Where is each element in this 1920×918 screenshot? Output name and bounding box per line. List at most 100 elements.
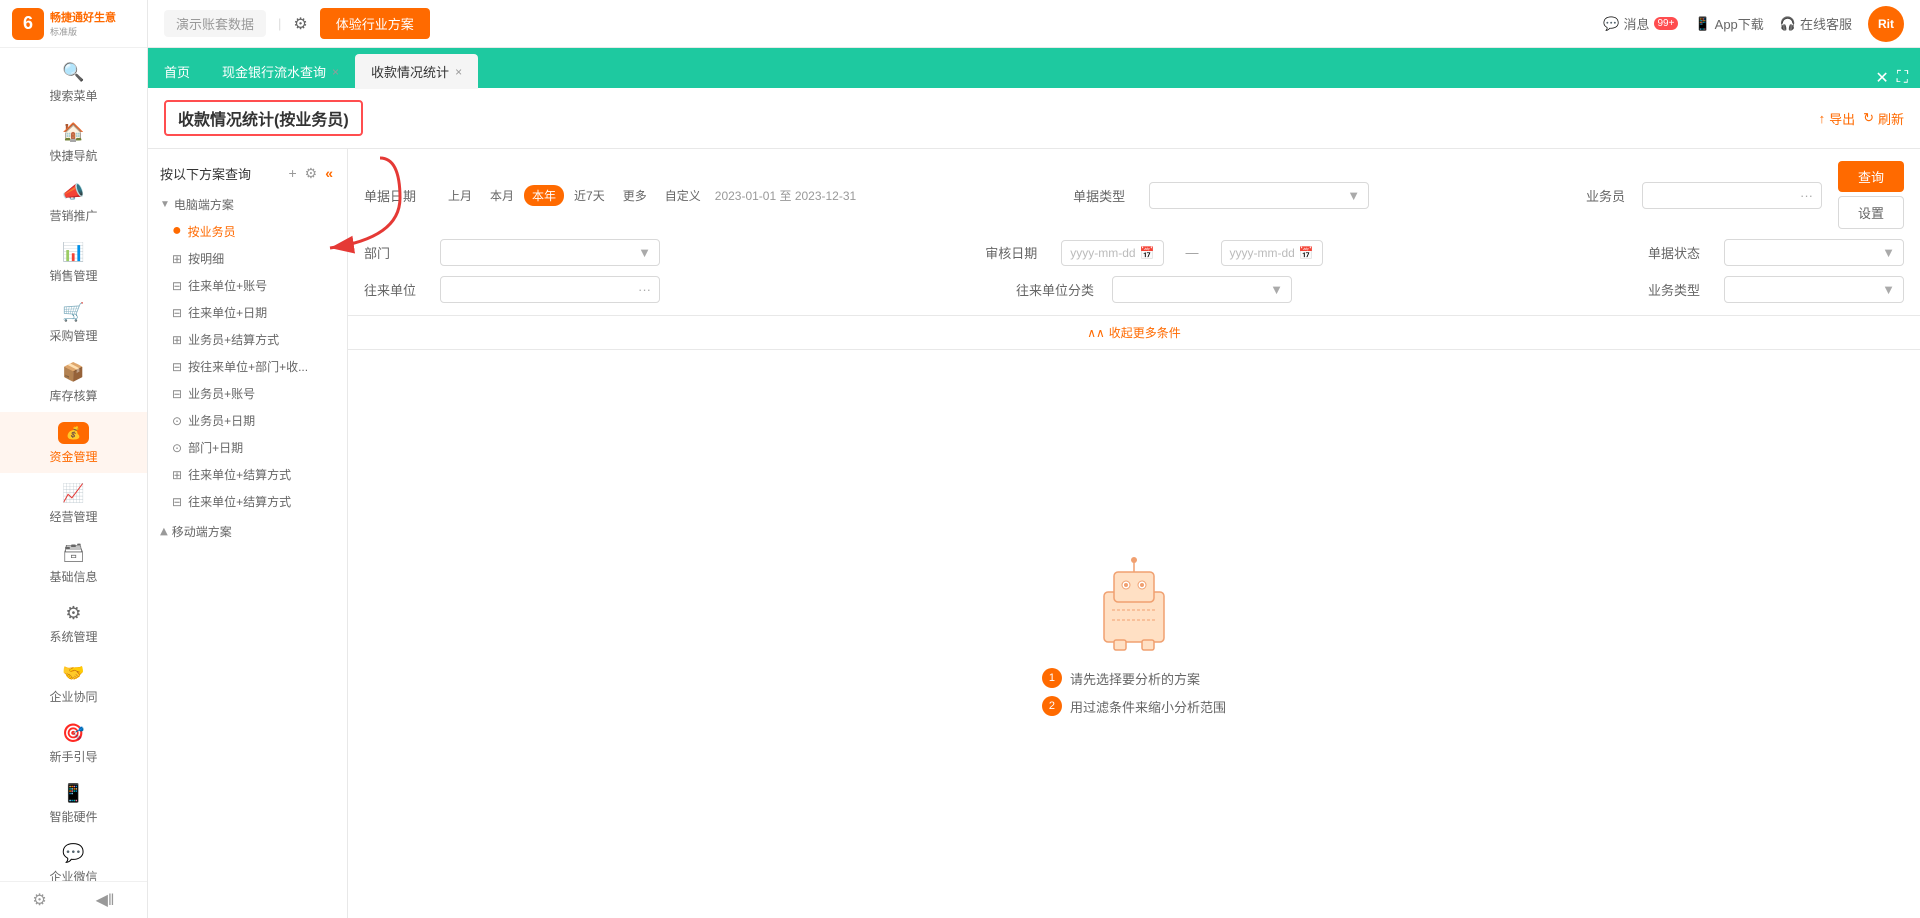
scheme-item-us1-label: 往来单位+结算方式 <box>188 466 291 483</box>
refresh-label: 刷新 <box>1878 109 1904 128</box>
scheme-group-mobile-label: 移动端方案 <box>172 523 232 540</box>
counterpart-select[interactable]: ··· <box>440 276 660 303</box>
sidebar-item-purchase[interactable]: 🛒 采购管理 <box>0 292 147 352</box>
right-content: 单据日期 上月 本月 本年 近7天 更多 自定义 2023-01-01 至 20… <box>348 149 1920 918</box>
refresh-button[interactable]: ↻ 刷新 <box>1863 109 1904 128</box>
empty-step-1: 1 请先选择要分析的方案 <box>1042 668 1226 688</box>
action-buttons: 查询 设置 <box>1838 161 1904 229</box>
sidebar-item-quick-nav[interactable]: 🏠 快捷导航 <box>0 112 147 172</box>
counterpart-dots-icon: ··· <box>638 282 651 297</box>
biz-type-select[interactable]: ▼ <box>1724 276 1904 303</box>
date-tab-this-month[interactable]: 本月 <box>482 185 522 206</box>
scheme-group-desktop-title[interactable]: ▼ 电脑端方案 <box>148 192 347 217</box>
scheme-settings-icon[interactable]: ⚙ <box>303 163 320 184</box>
sidebar-item-system[interactable]: ⚙ 系统管理 <box>0 593 147 653</box>
scheme-item-detail-icon: ⊞ <box>172 252 182 266</box>
scheme-collapse-icon[interactable]: « <box>323 163 335 184</box>
scheme-item-unit-dept[interactable]: ⊟ 按往来单位+部门+收... <box>148 353 347 380</box>
date-tab-custom[interactable]: 自定义 <box>657 185 709 206</box>
sidebar-item-operation[interactable]: 📈 经营管理 <box>0 473 147 533</box>
sidebar-item-enterprise[interactable]: 🤝 企业协同 <box>0 653 147 713</box>
audit-date-start-cal-icon[interactable]: 📅 <box>1140 246 1155 260</box>
tab-collection-close-icon[interactable]: × <box>455 65 462 79</box>
logo-icon: 6 <box>12 8 44 40</box>
scheme-item-dept-date[interactable]: ⊙ 部门+日期 <box>148 434 347 461</box>
date-tab-7days[interactable]: 近7天 <box>566 185 613 206</box>
tab-bank-label: 现金银行流水查询 <box>222 62 326 81</box>
scheme-item-by-detail[interactable]: ⊞ 按明细 <box>148 245 347 272</box>
scheme-group-mobile-title[interactable]: ▶ 移动端方案 <box>148 519 347 544</box>
sidebar: 6 畅捷通好生意 标准版 🔍 搜索菜单 🏠 快捷导航 📣 营销推广 📊 销售管理 <box>0 0 148 918</box>
type-label: 单据类型 <box>1073 186 1133 205</box>
empty-illustration <box>1074 552 1194 652</box>
audit-date-end-cal-icon[interactable]: 📅 <box>1299 246 1314 260</box>
scheme-add-icon[interactable]: + <box>286 163 298 184</box>
topbar-settings-icon[interactable]: ⚙ <box>293 14 307 34</box>
scheme-item-unit-account[interactable]: ⊟ 往来单位+账号 <box>148 272 347 299</box>
tabbar-end: ✕ ⛶ <box>1875 68 1920 88</box>
date-tab-more[interactable]: 更多 <box>615 185 655 206</box>
sidebar-item-guide-label: 新手引导 <box>49 748 97 765</box>
scheme-item-ss-label: 业务员+结算方式 <box>188 331 279 348</box>
collapse-bar[interactable]: ∧∧ 收起更多条件 <box>348 316 1920 350</box>
sidebar-bottom: ⚙ ◀‖ <box>0 881 147 918</box>
tab-bank-close-icon[interactable]: × <box>332 65 339 79</box>
sidebar-collapse-icon[interactable]: ◀‖ <box>96 890 115 910</box>
scheme-item-sdate-label: 业务员+日期 <box>188 412 255 429</box>
sidebar-item-basic[interactable]: 🗃 基础信息 <box>0 533 147 593</box>
scheme-item-ud-icon: ⊟ <box>172 306 182 320</box>
scheme-item-ua-label: 往来单位+账号 <box>188 277 267 294</box>
refresh-icon: ↻ <box>1863 110 1874 126</box>
sidebar-item-sales[interactable]: 📊 销售管理 <box>0 232 147 292</box>
sidebar-item-search[interactable]: 🔍 搜索菜单 <box>0 52 147 112</box>
scheme-item-unit-settle1[interactable]: ⊞ 往来单位+结算方式 <box>148 461 347 488</box>
doc-status-arrow-icon: ▼ <box>1882 245 1895 260</box>
trial-button[interactable]: 体验行业方案 <box>320 8 430 39</box>
tab-close-all-icon[interactable]: ✕ <box>1875 68 1888 88</box>
audit-date-start[interactable]: yyyy-mm-dd 📅 <box>1061 240 1163 266</box>
type-select[interactable]: ▼ <box>1149 182 1369 209</box>
sidebar-item-hardware[interactable]: 📱 智能硬件 <box>0 773 147 833</box>
counterpart-classify-select[interactable]: ▼ <box>1112 276 1292 303</box>
topbar-user: 演示账套数据 <box>164 10 266 37</box>
dept-select[interactable]: ▼ <box>440 239 660 266</box>
avatar[interactable]: Rit <box>1868 6 1904 42</box>
basic-icon: 🗃 <box>62 543 85 564</box>
quick-nav-icon: 🏠 <box>62 122 84 143</box>
sidebar-item-finance[interactable]: 💰 资金管理 <box>0 412 147 473</box>
scheme-item-staff-account[interactable]: ⊟ 业务员+账号 <box>148 380 347 407</box>
audit-date-end[interactable]: yyyy-mm-dd 📅 <box>1221 240 1323 266</box>
scheme-item-staff-label: 按业务员 <box>188 223 236 240</box>
sidebar-item-inventory[interactable]: 📦 库存核算 <box>0 352 147 412</box>
sidebar-item-guide[interactable]: 🎯 新手引导 <box>0 713 147 773</box>
scheme-item-us2-label: 往来单位+结算方式 <box>188 493 291 510</box>
sidebar-item-wechat[interactable]: 💬 企业微信 <box>0 833 147 881</box>
scheme-item-saccount-icon: ⊟ <box>172 387 182 401</box>
scheme-item-by-staff[interactable]: ● 按业务员 <box>148 217 347 245</box>
message-button[interactable]: 💬 消息 99+ <box>1603 14 1678 33</box>
download-button[interactable]: 📱 App下载 <box>1694 14 1763 33</box>
scheme-item-unit-date[interactable]: ⊟ 往来单位+日期 <box>148 299 347 326</box>
sidebar-item-marketing[interactable]: 📣 营销推广 <box>0 172 147 232</box>
scheme-item-unit-settle2[interactable]: ⊟ 往来单位+结算方式 <box>148 488 347 515</box>
tab-fullscreen-icon[interactable]: ⛶ <box>1897 69 1908 87</box>
tab-collection[interactable]: 收款情况统计 × <box>355 54 478 89</box>
tab-home[interactable]: 首页 <box>148 54 206 89</box>
sidebar-item-hardware-label: 智能硬件 <box>49 808 97 825</box>
marketing-icon: 📣 <box>62 182 84 203</box>
query-button[interactable]: 查询 <box>1838 161 1904 192</box>
tab-bank[interactable]: 现金银行流水查询 × <box>206 54 355 89</box>
filter-settings-button[interactable]: 设置 <box>1838 196 1904 229</box>
scheme-item-staff-date[interactable]: ⊙ 业务员+日期 <box>148 407 347 434</box>
date-tab-this-year[interactable]: 本年 <box>524 185 564 206</box>
export-button[interactable]: ↑ 导出 <box>1819 109 1856 128</box>
date-tab-last-month[interactable]: 上月 <box>440 185 480 206</box>
doc-status-select[interactable]: ▼ <box>1724 239 1904 266</box>
sidebar-settings-icon[interactable]: ⚙ <box>32 890 46 910</box>
service-button[interactable]: 🎧 在线客服 <box>1780 14 1852 33</box>
biz-type-label: 业务类型 <box>1648 280 1708 299</box>
scheme-item-ss-icon: ⊞ <box>172 333 182 347</box>
scheme-item-staff-settle[interactable]: ⊞ 业务员+结算方式 <box>148 326 347 353</box>
page-content: 收款情况统计(按业务员) ↑ 导出 ↻ 刷新 <box>148 88 1920 918</box>
staff-select[interactable]: ··· <box>1642 182 1822 209</box>
